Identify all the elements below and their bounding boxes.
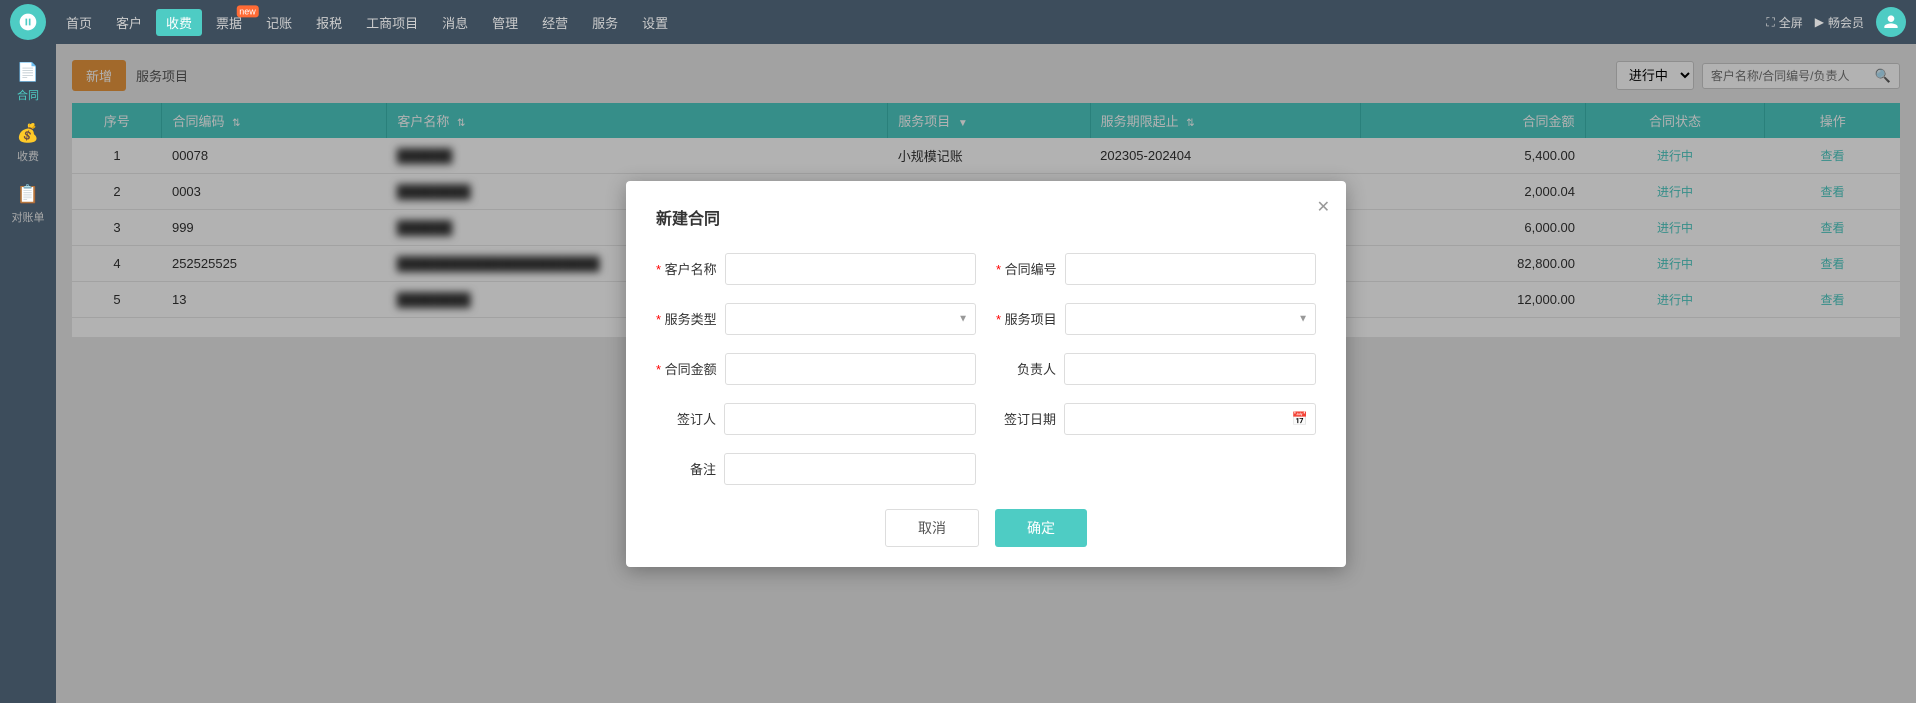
sidebar-item-contract[interactable]: 📄 合同 <box>3 54 53 111</box>
responsible-input[interactable] <box>1064 353 1316 385</box>
nav-right: ⛶ 全屏 ▶ 畅会员 <box>1766 7 1906 37</box>
responsible-label: 负责人 <box>996 359 1056 378</box>
cancel-button[interactable]: 取消 <box>885 509 979 547</box>
service-type-wrapper: ▼ <box>725 303 976 335</box>
nav-manage[interactable]: 管理 <box>482 9 528 36</box>
nav-service[interactable]: 服务 <box>582 9 628 36</box>
service-item-label: 服务项目 <box>996 309 1057 328</box>
nav-items: 首页 客户 收费 票据 new 记账 报税 工商项目 消息 管理 经营 服务 设… <box>56 9 1766 36</box>
nav-operations[interactable]: 经营 <box>532 9 578 36</box>
form-row-1: 客户名称 合同编号 <box>656 253 1316 285</box>
nav-billing[interactable]: 收费 <box>156 9 202 36</box>
app-logo[interactable] <box>10 4 46 40</box>
form-group-responsible: 负责人 <box>996 353 1316 385</box>
form-row-4: 签订人 签订日期 2023-06-06 📅 <box>656 403 1316 435</box>
modal-title: 新建合同 <box>656 205 1316 229</box>
form-group-service-item: 服务项目 ▼ <box>996 303 1316 335</box>
amount-label: 合同金额 <box>656 359 717 378</box>
signatory-input[interactable] <box>724 403 976 435</box>
nav-invoice[interactable]: 票据 new <box>206 9 252 36</box>
nav-home[interactable]: 首页 <box>56 9 102 36</box>
contract-icon: 📄 <box>17 62 39 83</box>
service-item-select[interactable] <box>1065 303 1316 335</box>
top-navigation: 首页 客户 收费 票据 new 记账 报税 工商项目 消息 管理 经营 服务 设… <box>0 0 1916 44</box>
member-button[interactable]: ▶ 畅会员 <box>1815 14 1864 31</box>
signatory-label: 签订人 <box>656 409 716 428</box>
modal-footer: 取消 确定 <box>656 509 1316 547</box>
amount-input[interactable]: 0.00 <box>725 353 976 385</box>
nav-tax[interactable]: 报税 <box>306 9 352 36</box>
form-row-5: 备注 <box>656 453 1316 485</box>
form-group-customer: 客户名称 <box>656 253 976 285</box>
modal-close-button[interactable]: ✕ <box>1317 197 1330 217</box>
nav-accounting[interactable]: 记账 <box>256 9 302 36</box>
form-group-service-type: 服务类型 ▼ <box>656 303 976 335</box>
form-row-3: 合同金额 0.00 负责人 <box>656 353 1316 385</box>
avatar[interactable] <box>1876 7 1906 37</box>
logo-icon <box>18 12 38 32</box>
form-group-amount: 合同金额 0.00 <box>656 353 976 385</box>
form-group-sign-date: 签订日期 2023-06-06 📅 <box>996 403 1316 435</box>
user-icon <box>1883 14 1899 30</box>
form-row-2: 服务类型 ▼ 服务项目 ▼ <box>656 303 1316 335</box>
contract-no-input[interactable] <box>1065 253 1316 285</box>
sidebar: 📄 合同 💰 收费 📋 对账单 <box>0 44 56 703</box>
service-item-wrapper: ▼ <box>1065 303 1316 335</box>
modal-overlay[interactable]: 新建合同 ✕ 客户名称 合同编号 服务类型 <box>56 44 1916 703</box>
reconcile-icon: 📋 <box>17 184 39 205</box>
nav-client[interactable]: 客户 <box>106 9 152 36</box>
fullscreen-icon: ⛶ <box>1766 15 1774 30</box>
form-group-contract-no: 合同编号 <box>996 253 1316 285</box>
billing-icon: 💰 <box>17 123 39 144</box>
new-contract-modal: 新建合同 ✕ 客户名称 合同编号 服务类型 <box>626 181 1346 567</box>
nav-message[interactable]: 消息 <box>432 9 478 36</box>
sign-date-input[interactable]: 2023-06-06 <box>1064 403 1316 435</box>
sidebar-item-billing[interactable]: 💰 收费 <box>3 115 53 172</box>
form-group-note: 备注 <box>656 453 976 485</box>
sign-date-label: 签订日期 <box>996 409 1056 428</box>
nav-business[interactable]: 工商项目 <box>356 9 428 36</box>
note-input[interactable] <box>724 453 976 485</box>
member-icon: ▶ <box>1815 15 1824 29</box>
main-layout: 📄 合同 💰 收费 📋 对账单 新增 服务项目 进行中 已完成 已终止 <box>0 44 1916 703</box>
customer-name-input[interactable] <box>725 253 976 285</box>
service-type-label: 服务类型 <box>656 309 717 328</box>
confirm-button[interactable]: 确定 <box>995 509 1087 547</box>
contract-no-label: 合同编号 <box>996 259 1057 278</box>
customer-name-label: 客户名称 <box>656 259 717 278</box>
form-group-signatory: 签订人 <box>656 403 976 435</box>
sidebar-item-reconcile[interactable]: 📋 对账单 <box>3 176 53 233</box>
main-content: 新增 服务项目 进行中 已完成 已终止 🔍 序号 合同 <box>56 44 1916 703</box>
fullscreen-button[interactable]: ⛶ 全屏 <box>1766 14 1802 31</box>
note-label: 备注 <box>656 459 716 478</box>
sign-date-wrapper: 2023-06-06 📅 <box>1064 403 1316 435</box>
nav-settings[interactable]: 设置 <box>632 9 678 36</box>
service-type-select[interactable] <box>725 303 976 335</box>
